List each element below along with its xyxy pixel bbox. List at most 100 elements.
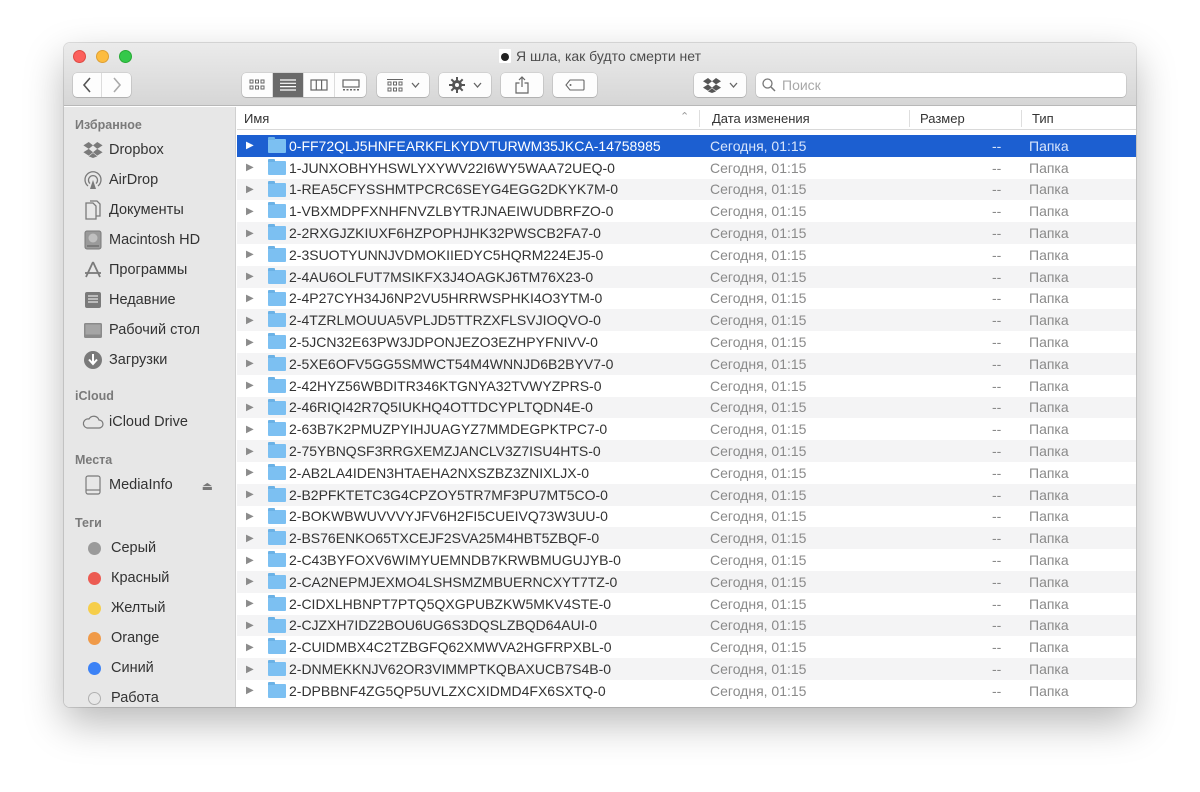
sidebar-item-desktop[interactable]: Рабочий стол <box>82 318 232 342</box>
disclosure-triangle-icon[interactable]: ▶ <box>246 402 254 413</box>
disclosure-triangle-icon[interactable]: ▶ <box>246 446 254 457</box>
disclosure-triangle-icon[interactable]: ▶ <box>246 598 254 609</box>
search-field[interactable]: Поиск <box>756 73 1126 97</box>
disclosure-triangle-icon[interactable]: ▶ <box>246 358 254 369</box>
file-size: -- <box>992 508 1002 525</box>
sidebar-tag-orange[interactable]: Orange <box>82 626 232 650</box>
disclosure-triangle-icon[interactable]: ▶ <box>246 249 254 260</box>
share-button[interactable] <box>501 73 543 97</box>
action-button[interactable] <box>439 73 491 97</box>
file-row[interactable]: ▶ 2-5XE6OFV5GG5SMWCT54M4WNNJD6B2BYV7-0 С… <box>237 352 1136 375</box>
icon-view-icon <box>249 79 265 90</box>
disclosure-triangle-icon[interactable]: ▶ <box>246 424 254 435</box>
sidebar-item-recents[interactable]: Недавние <box>82 288 232 312</box>
disclosure-triangle-icon[interactable]: ▶ <box>246 184 254 195</box>
forward-button[interactable] <box>102 73 131 97</box>
disclosure-triangle-icon[interactable]: ▶ <box>246 162 254 173</box>
disclosure-triangle-icon[interactable]: ▶ <box>246 533 254 544</box>
sidebar-tag-red[interactable]: Красный <box>82 566 232 590</box>
icon-view-button[interactable] <box>242 73 273 97</box>
file-row[interactable]: ▶ 2-75YBNQSF3RRGXEMZJANCLV3Z7ISU4HTS-0 С… <box>237 440 1136 462</box>
file-row[interactable]: ▶ 1-JUNXOBHYHSWLYXYWV22I6WY5WAA72UEQ-0 С… <box>237 157 1136 179</box>
file-row[interactable]: ▶ 2-CJZXH7IDZ2BOU6UG6S3DQSLZBQD64AUI-0 С… <box>237 614 1136 637</box>
disclosure-triangle-icon[interactable]: ▶ <box>246 140 254 151</box>
column-view-button[interactable] <box>304 73 335 97</box>
file-row[interactable]: ▶ 2-42HYZ56WBDITR346KTGNYA32TVWYZPRS-0 С… <box>237 375 1136 397</box>
sidebar-item-airdrop[interactable]: AirDrop <box>82 168 232 192</box>
work-tag-dot-icon <box>88 691 101 705</box>
file-row[interactable]: ▶ 2-B2PFKTETC3G4CPZOY5TR7MF3PU7MT5CO-0 С… <box>237 483 1136 506</box>
file-row[interactable]: ▶ 2-BOKWBWUVVVYJFV6H2FI5CUEIVQ73W3UU-0 С… <box>237 506 1136 528</box>
sidebar-tag-work[interactable]: Работа <box>82 686 232 707</box>
disclosure-triangle-icon[interactable]: ▶ <box>246 467 254 478</box>
disclosure-triangle-icon[interactable]: ▶ <box>246 293 254 304</box>
file-name: 2-42HYZ56WBDITR346KTGNYA32TVWYZPRS-0 <box>289 377 602 394</box>
sidebar-item-documents[interactable]: Документы <box>82 198 232 222</box>
column-size[interactable]: Размер <box>920 111 965 126</box>
sidebar-item-icloud-drive[interactable]: iCloud Drive <box>82 410 232 434</box>
file-row[interactable]: ▶ 2-C43BYFOXV6WIMYUEMNDB7KRWBMUGUJYB-0 С… <box>237 549 1136 571</box>
sidebar-item-macintosh-hd[interactable]: Macintosh HD <box>82 228 232 252</box>
disclosure-triangle-icon[interactable]: ▶ <box>246 315 254 326</box>
disclosure-triangle-icon[interactable]: ▶ <box>246 206 254 217</box>
file-row[interactable]: ▶ 2-4AU6OLFUT7MSIKFX3J4OAGKJ6TM76X23-0 С… <box>237 265 1136 288</box>
disclosure-triangle-icon[interactable]: ▶ <box>246 271 254 282</box>
disclosure-triangle-icon[interactable]: ▶ <box>246 576 254 587</box>
gallery-view-button[interactable] <box>335 73 366 97</box>
disclosure-triangle-icon[interactable]: ▶ <box>246 620 254 631</box>
file-date-modified: Сегодня, 01:15 <box>710 682 807 699</box>
file-row[interactable]: ▶ 2-4P27CYH34J6NP2VU5HRRWSPHKI4O3YTM-0 С… <box>237 288 1136 310</box>
file-row[interactable]: ▶ 2-46RIQI42R7Q5IUKHQ4OTTDCYPLTQDN4E-0 С… <box>237 396 1136 419</box>
list-view-button[interactable] <box>273 73 304 97</box>
sidebar-item-label: iCloud Drive <box>109 414 188 430</box>
column-divider[interactable] <box>1021 110 1022 127</box>
folder-icon <box>268 354 286 371</box>
sidebar-tag-blue[interactable]: Синий <box>82 656 232 680</box>
folder-proxy-icon[interactable] <box>498 49 511 63</box>
file-row[interactable]: ▶ 2-DPBBNF4ZG5QP5UVLZXCXIDMD4FX6SXTQ-0 С… <box>237 680 1136 702</box>
sidebar-item-label: AirDrop <box>109 172 159 188</box>
group-by-button[interactable] <box>377 73 429 97</box>
edit-tags-button[interactable] <box>553 73 597 97</box>
file-row[interactable]: ▶ 2-2RXGJZKIUXF6HZPOPHJHK32PWSCB2FA7-0 С… <box>237 222 1136 244</box>
file-row[interactable]: ▶ 2-DNMEKKNJV62OR3VIMMPTKQBAXUCB7S4B-0 С… <box>237 658 1136 680</box>
file-row[interactable]: ▶ 2-63B7K2PMUZPYIHJUAGYZ7MMDEGPKTPC7-0 С… <box>237 418 1136 440</box>
sidebar-item-downloads[interactable]: Загрузки <box>82 348 232 372</box>
sidebar-item-dropbox[interactable]: Dropbox <box>82 138 232 162</box>
disclosure-triangle-icon[interactable]: ▶ <box>246 642 254 653</box>
file-kind: Папка <box>1029 181 1069 198</box>
file-row[interactable]: ▶ 2-4TZRLMOUUA5VPLJD5TTRZXFLSVJIOQVO-0 С… <box>237 309 1136 332</box>
disclosure-triangle-icon[interactable]: ▶ <box>246 489 254 500</box>
back-button[interactable] <box>73 73 102 97</box>
sidebar-item-applications[interactable]: Программы <box>82 258 232 282</box>
column-divider[interactable] <box>909 110 910 127</box>
file-size: -- <box>992 377 1002 394</box>
disclosure-triangle-icon[interactable]: ▶ <box>246 664 254 675</box>
folder-icon <box>268 529 286 546</box>
sidebar-tag-yellow[interactable]: Желтый <box>82 596 232 620</box>
file-row[interactable]: ▶ 2-CUIDMBX4C2TZBGFQ62XMWVA2HGFRPXBL-0 С… <box>237 636 1136 658</box>
file-row[interactable]: ▶ 1-VBXMDPFXNHFNVZLBYTRJNAEIWUDBRFZO-0 С… <box>237 200 1136 222</box>
disclosure-triangle-icon[interactable]: ▶ <box>246 511 254 522</box>
file-row[interactable]: ▶ 2-CA2NEPMJEXMO4LSHSMZMBUERNCXYT7TZ-0 С… <box>237 570 1136 593</box>
disclosure-triangle-icon[interactable]: ▶ <box>246 555 254 566</box>
file-row[interactable]: ▶ 0-FF72QLJ5HNFEARKFLKYDVTURWM35JKCA-147… <box>237 135 1136 157</box>
file-row[interactable]: ▶ 2-5JCN32E63PW3JDPONJEZO3EZHPYFNIVV-0 С… <box>237 331 1136 353</box>
sidebar-tag-gray[interactable]: Серый <box>82 536 232 560</box>
file-row[interactable]: ▶ 2-BS76ENKO65TXCEJF2SVA25M4HBT5ZBQF-0 С… <box>237 527 1136 550</box>
column-date-modified[interactable]: Дата изменения <box>712 111 810 126</box>
disclosure-triangle-icon[interactable]: ▶ <box>246 228 254 239</box>
disclosure-triangle-icon[interactable]: ▶ <box>246 685 254 696</box>
dropbox-menu-button[interactable] <box>694 73 746 97</box>
column-divider[interactable] <box>699 110 700 127</box>
eject-icon[interactable]: ⏏ <box>202 479 213 493</box>
column-kind[interactable]: Тип <box>1032 111 1054 126</box>
file-row[interactable]: ▶ 2-AB2LA4IDEN3HTAEHA2NXSZBZ3ZNIXLJX-0 С… <box>237 462 1136 484</box>
column-name[interactable]: Имя <box>244 111 269 126</box>
file-row[interactable]: ▶ 2-CIDXLHBNPT7PTQ5QXGPUBZKW5MKV4STE-0 С… <box>237 593 1136 615</box>
file-row[interactable]: ▶ 2-3SUOTYUNNJVDMOKIIEDYC5HQRM224EJ5-0 С… <box>237 244 1136 266</box>
disclosure-triangle-icon[interactable]: ▶ <box>246 337 254 348</box>
file-row[interactable]: ▶ 1-REA5CFYSSHMTPCRC6SEYG4EGG2DKYK7M-0 С… <box>237 178 1136 201</box>
disclosure-triangle-icon[interactable]: ▶ <box>246 380 254 391</box>
folder-icon <box>268 485 286 502</box>
